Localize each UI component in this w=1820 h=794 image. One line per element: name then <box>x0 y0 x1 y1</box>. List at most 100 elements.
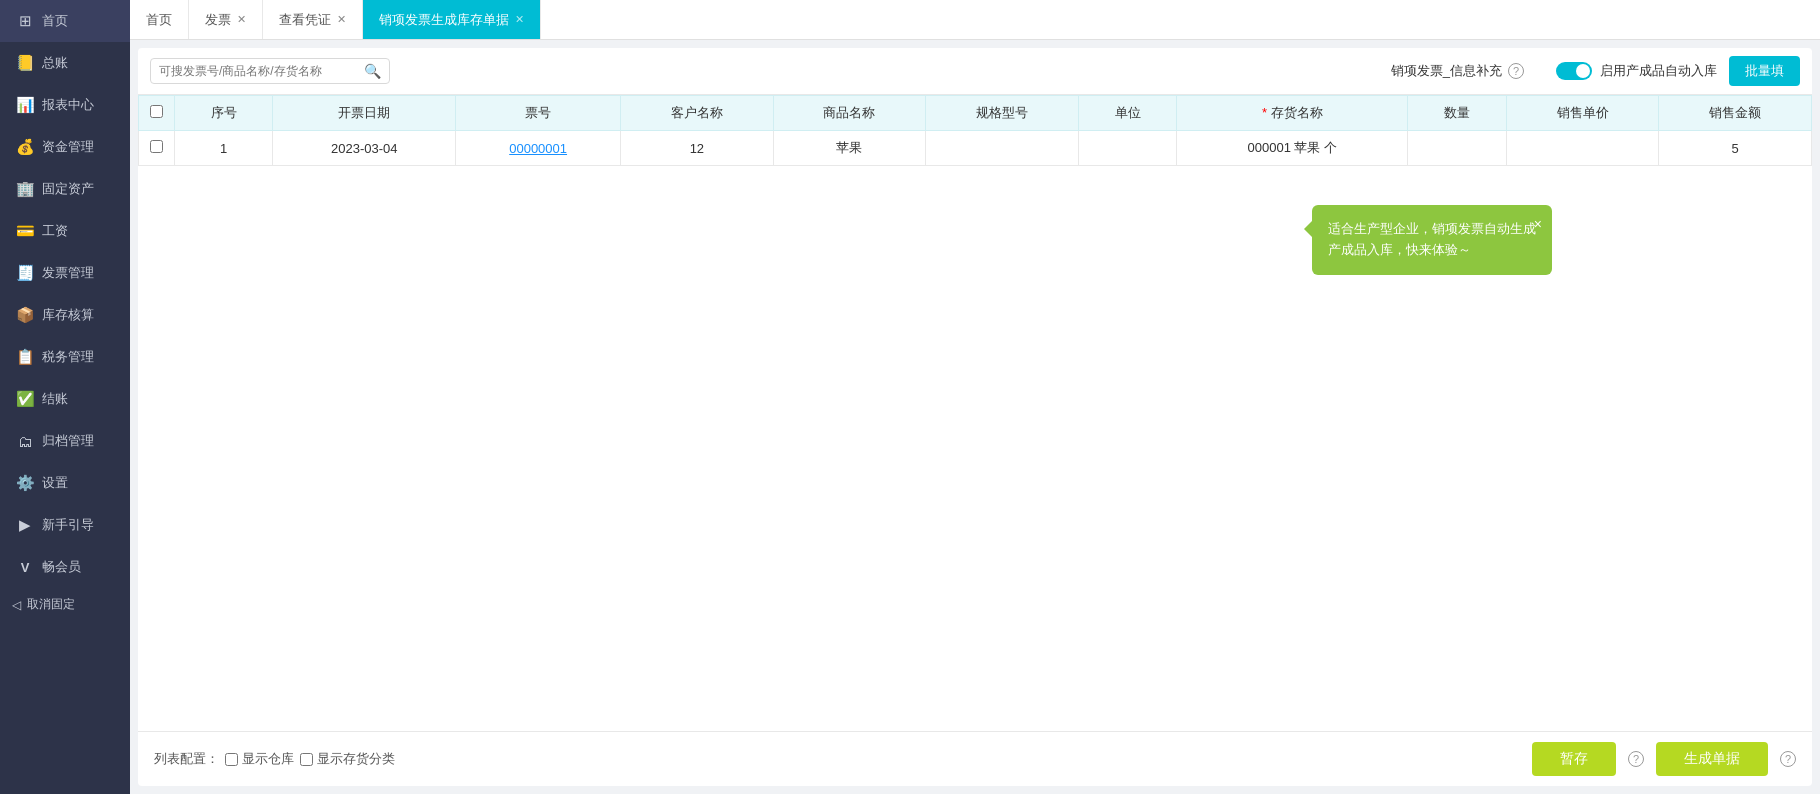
sidebar-item-settings[interactable]: ⚙️ 设置 <box>0 462 130 504</box>
tab-invoice[interactable]: 发票 ✕ <box>189 0 263 39</box>
th-product: 商品名称 <box>773 96 926 131</box>
table-container: 序号 开票日期 票号 客户名称 商品名称 规格型号 单位 * 存货名称 数量 销… <box>138 95 1812 731</box>
sidebar-item-home[interactable]: ⊞ 首页 <box>0 0 130 42</box>
td-model <box>926 131 1079 166</box>
tab-invoice-close[interactable]: ✕ <box>237 13 246 26</box>
th-model: 规格型号 <box>926 96 1079 131</box>
sidebar-item-label: 畅会员 <box>42 558 81 576</box>
search-box[interactable]: 🔍 <box>150 58 390 84</box>
th-checkbox <box>139 96 175 131</box>
tooltip-popup: × 适合生产型企业，销项发票自动生成产成品入库，快来体验～ <box>1312 205 1552 275</box>
sidebar-item-inventory[interactable]: 📦 库存核算 <box>0 294 130 336</box>
data-table: 序号 开票日期 票号 客户名称 商品名称 规格型号 单位 * 存货名称 数量 销… <box>138 95 1812 166</box>
sidebar-item-guide[interactable]: ▶ 新手引导 <box>0 504 130 546</box>
search-input[interactable] <box>159 64 358 78</box>
sidebar-item-member[interactable]: V 畅会员 <box>0 546 130 588</box>
invoices-icon: 🧾 <box>16 264 34 282</box>
sidebar-item-label: 税务管理 <box>42 348 94 366</box>
td-customer: 12 <box>621 131 774 166</box>
tab-voucher-close[interactable]: ✕ <box>337 13 346 26</box>
bottom-bar: 列表配置： 显示仓库 显示存货分类 暂存 ? 生成单据 ? <box>138 731 1812 786</box>
sidebar: ⊞ 首页 📒 总账 📊 报表中心 💰 资金管理 🏢 固定资产 💳 工资 🧾 发票… <box>0 0 130 794</box>
sidebar-item-label: 设置 <box>42 474 68 492</box>
show-warehouse-label[interactable]: 显示仓库 <box>225 750 294 768</box>
tab-stock-form-close[interactable]: ✕ <box>515 13 524 26</box>
list-config: 列表配置： 显示仓库 显示存货分类 <box>154 750 395 768</box>
main-area: 首页 发票 ✕ 查看凭证 ✕ 销项发票生成库存单据 ✕ 🔍 销项发票_信息补充 … <box>130 0 1820 794</box>
th-unit-price: 销售单价 <box>1506 96 1659 131</box>
tab-bar: 首页 发票 ✕ 查看凭证 ✕ 销项发票生成库存单据 ✕ <box>130 0 1820 40</box>
ledger-icon: 📒 <box>16 54 34 72</box>
tab-stock-form[interactable]: 销项发票生成库存单据 ✕ <box>363 0 541 39</box>
toolbar: 🔍 销项发票_信息补充 ? 启用产成品自动入库 批量填 <box>138 48 1812 95</box>
sidebar-item-reports[interactable]: 📊 报表中心 <box>0 84 130 126</box>
reports-icon: 📊 <box>16 96 34 114</box>
tab-invoice-label: 发票 <box>205 11 231 29</box>
td-qty <box>1408 131 1506 166</box>
sidebar-item-label: 固定资产 <box>42 180 94 198</box>
sidebar-item-payroll[interactable]: 💳 工资 <box>0 210 130 252</box>
tab-voucher-label: 查看凭证 <box>279 11 331 29</box>
payroll-icon: 💳 <box>16 222 34 240</box>
tab-stock-form-label: 销项发票生成库存单据 <box>379 11 509 29</box>
ticket-no-link[interactable]: 00000001 <box>509 141 567 156</box>
th-stock-name: * 存货名称 <box>1177 96 1408 131</box>
sidebar-item-ledger[interactable]: 📒 总账 <box>0 42 130 84</box>
settings-icon: ⚙️ <box>16 474 34 492</box>
action-buttons: 暂存 ? 生成单据 ? <box>1532 742 1796 776</box>
sidebar-item-label: 库存核算 <box>42 306 94 324</box>
sidebar-item-label: 发票管理 <box>42 264 94 282</box>
sidebar-item-label: 新手引导 <box>42 516 94 534</box>
generate-help-icon[interactable]: ? <box>1780 751 1796 767</box>
sidebar-item-archive[interactable]: 🗂 归档管理 <box>0 420 130 462</box>
tooltip-text: 适合生产型企业，销项发票自动生成产成品入库，快来体验～ <box>1328 221 1536 257</box>
info-help-icon[interactable]: ? <box>1508 63 1524 79</box>
row-checkbox[interactable] <box>150 140 163 153</box>
sidebar-item-invoices[interactable]: 🧾 发票管理 <box>0 252 130 294</box>
auto-stock-toggle[interactable] <box>1556 62 1592 80</box>
table-row: 1 2023-03-04 00000001 12 苹果 000001 苹果 个 … <box>139 131 1812 166</box>
home-icon: ⊞ <box>16 12 34 30</box>
sidebar-item-label: 归档管理 <box>42 432 94 450</box>
batch-button[interactable]: 批量填 <box>1729 56 1800 86</box>
sidebar-item-label: 总账 <box>42 54 68 72</box>
th-customer: 客户名称 <box>621 96 774 131</box>
unpin-bar[interactable]: ◁ 取消固定 <box>0 588 130 621</box>
sidebar-item-assets[interactable]: 🏢 固定资产 <box>0 168 130 210</box>
tab-home[interactable]: 首页 <box>130 0 189 39</box>
tooltip-close-button[interactable]: × <box>1534 213 1542 235</box>
td-ticket-no[interactable]: 00000001 <box>456 131 621 166</box>
search-icon[interactable]: 🔍 <box>364 63 381 79</box>
select-all-checkbox[interactable] <box>150 105 163 118</box>
th-qty: 数量 <box>1408 96 1506 131</box>
save-help-icon[interactable]: ? <box>1628 751 1644 767</box>
show-warehouse-checkbox[interactable] <box>225 753 238 766</box>
td-unit-price <box>1506 131 1659 166</box>
sidebar-item-tax[interactable]: 📋 税务管理 <box>0 336 130 378</box>
show-warehouse-text: 显示仓库 <box>242 750 294 768</box>
info-label: 销项发票_信息补充 <box>1391 62 1502 80</box>
guide-icon: ▶ <box>16 516 34 534</box>
generate-button[interactable]: 生成单据 <box>1656 742 1768 776</box>
td-date: 2023-03-04 <box>273 131 456 166</box>
show-category-label[interactable]: 显示存货分类 <box>300 750 395 768</box>
toggle-label: 启用产成品自动入库 <box>1600 62 1717 80</box>
td-unit <box>1078 131 1176 166</box>
info-section: 销项发票_信息补充 ? <box>1391 62 1524 80</box>
content-area: 🔍 销项发票_信息补充 ? 启用产成品自动入库 批量填 <box>138 48 1812 786</box>
table-header-row: 序号 开票日期 票号 客户名称 商品名称 规格型号 单位 * 存货名称 数量 销… <box>139 96 1812 131</box>
funds-icon: 💰 <box>16 138 34 156</box>
sidebar-item-label: 结账 <box>42 390 68 408</box>
inventory-icon: 📦 <box>16 306 34 324</box>
tax-icon: 📋 <box>16 348 34 366</box>
save-button[interactable]: 暂存 <box>1532 742 1616 776</box>
show-category-checkbox[interactable] <box>300 753 313 766</box>
show-category-text: 显示存货分类 <box>317 750 395 768</box>
sidebar-item-funds[interactable]: 💰 资金管理 <box>0 126 130 168</box>
sidebar-item-settle[interactable]: ✅ 结账 <box>0 378 130 420</box>
td-stock-name: 000001 苹果 个 <box>1177 131 1408 166</box>
tab-voucher[interactable]: 查看凭证 ✕ <box>263 0 363 39</box>
tab-home-label: 首页 <box>146 11 172 29</box>
td-product: 苹果 <box>773 131 926 166</box>
config-label: 列表配置： <box>154 750 219 768</box>
